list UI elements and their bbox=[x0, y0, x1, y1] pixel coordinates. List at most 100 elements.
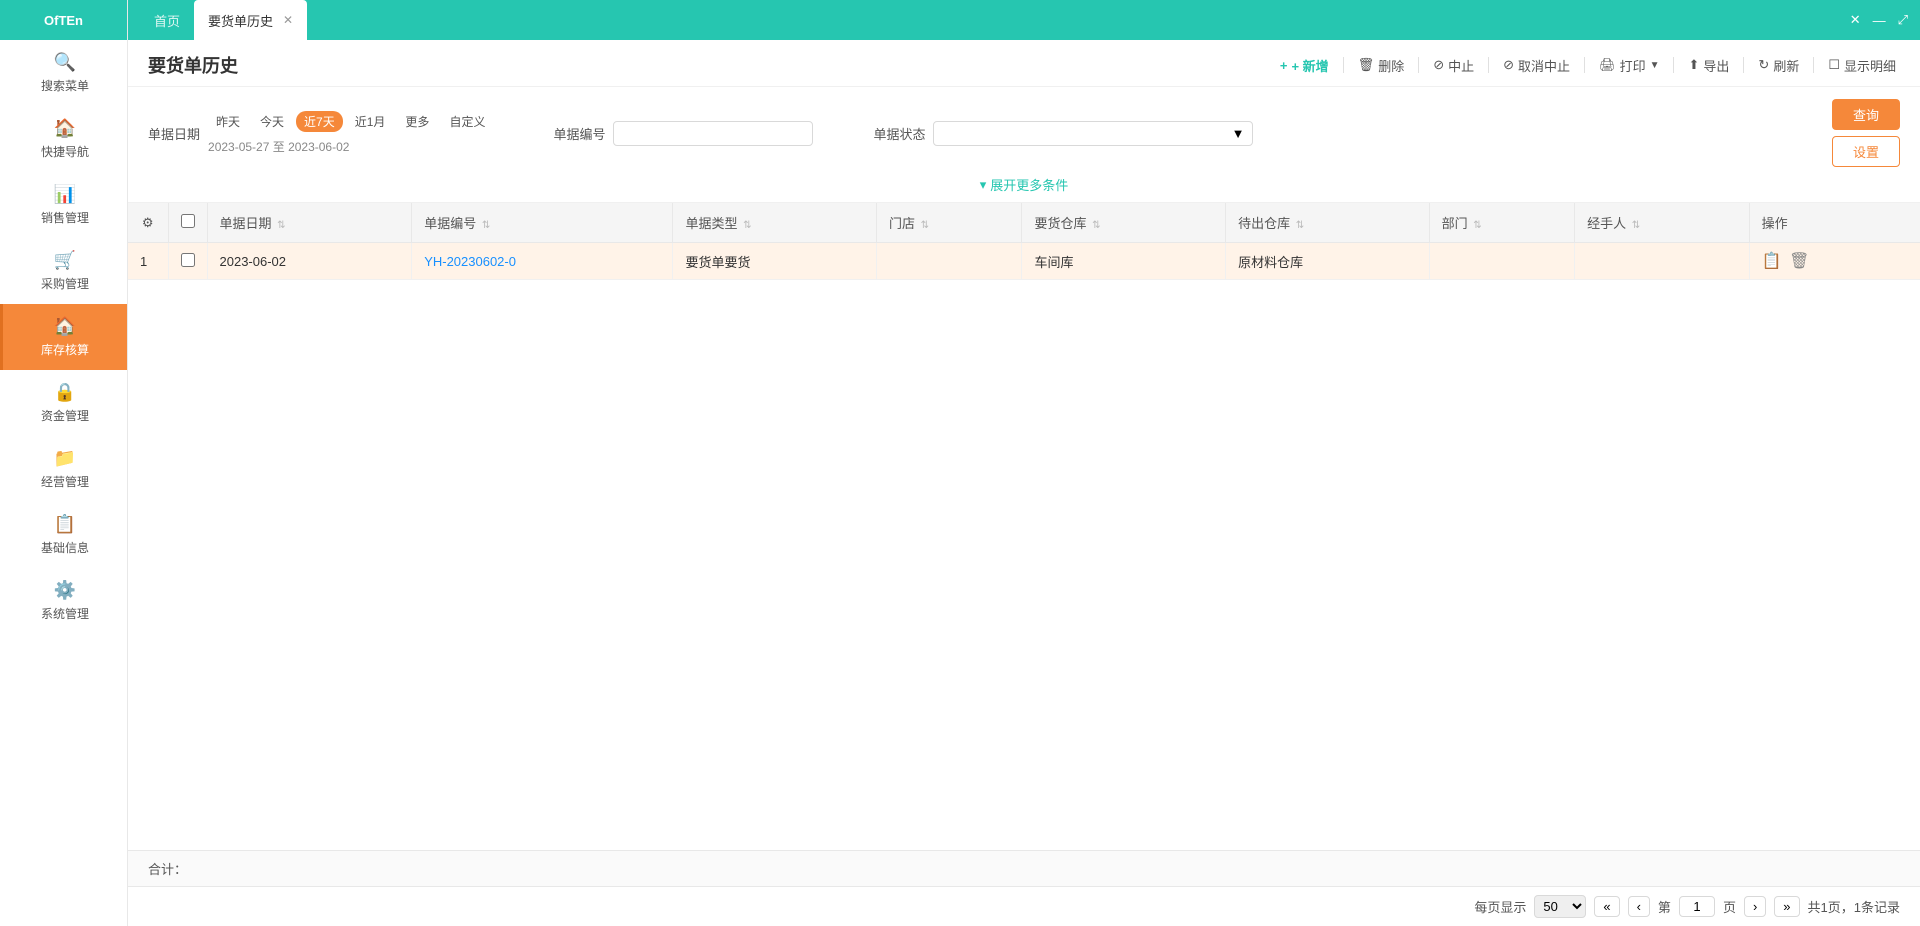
stop-label: 中止 bbox=[1448, 56, 1474, 75]
sidebar-item-operations[interactable]: 📁 经营管理 bbox=[0, 436, 127, 502]
table-header-row: ⚙ 单据日期 ⇅ 单据编号 ⇅ 单据类型 ⇅ 门店 ⇅ 要货仓库 ⇅ 待出仓库 … bbox=[128, 203, 1920, 243]
sidebar-item-finance[interactable]: 🔒 资金管理 bbox=[0, 370, 127, 436]
next-page-btn[interactable]: › bbox=[1744, 896, 1766, 917]
date-label: 单据日期 bbox=[148, 124, 200, 143]
stop-button[interactable]: ⊘ 中止 bbox=[1429, 56, 1478, 75]
divider6 bbox=[1743, 57, 1744, 73]
sidebar-item-quick-nav[interactable]: 🏠 快捷导航 bbox=[0, 106, 127, 172]
page-label-after: 页 bbox=[1723, 897, 1736, 916]
row-date: 2023-06-02 bbox=[207, 243, 412, 280]
last-page-btn[interactable]: » bbox=[1774, 896, 1799, 917]
show-detail-button[interactable]: ☐ 显示明细 bbox=[1824, 56, 1900, 75]
refresh-button[interactable]: ↻ 刷新 bbox=[1754, 56, 1803, 75]
sidebar-item-inventory[interactable]: 🏠 库存核算 bbox=[0, 304, 127, 370]
inventory-icon: 🏠 bbox=[54, 316, 76, 337]
prev-page-btn[interactable]: ‹ bbox=[1628, 896, 1650, 917]
divider2 bbox=[1418, 57, 1419, 73]
sidebar-item-system[interactable]: ⚙️ 系统管理 bbox=[0, 568, 127, 634]
cancel-stop-button[interactable]: ⊘ 取消中止 bbox=[1499, 56, 1574, 75]
delete-button[interactable]: 🗑 删除 bbox=[1354, 56, 1409, 75]
shortcut-month[interactable]: 近1月 bbox=[347, 111, 394, 132]
operations-icon: 📁 bbox=[54, 448, 76, 469]
show-detail-label: 显示明细 bbox=[1844, 56, 1896, 75]
window-minimize-btn[interactable]: — bbox=[1873, 13, 1886, 28]
tab-home[interactable]: 首页 bbox=[140, 0, 194, 40]
page-label-before: 第 bbox=[1658, 897, 1671, 916]
col-date[interactable]: 单据日期 ⇅ bbox=[207, 203, 412, 243]
select-all-checkbox[interactable] bbox=[181, 214, 195, 228]
first-page-btn[interactable]: « bbox=[1594, 896, 1619, 917]
page-title: 要货单历史 bbox=[148, 52, 238, 78]
window-maximize-btn[interactable]: ⤢ bbox=[1898, 12, 1908, 28]
divider1 bbox=[1343, 57, 1344, 73]
shortcut-yesterday[interactable]: 昨天 bbox=[208, 111, 248, 132]
divider4 bbox=[1584, 57, 1585, 73]
finance-icon: 🔒 bbox=[54, 382, 76, 403]
status-select-arrow: ▼ bbox=[1232, 126, 1245, 141]
sidebar-item-search-menu[interactable]: 🔍 搜索菜单 bbox=[0, 40, 127, 106]
col-handler[interactable]: 经手人 ⇅ bbox=[1575, 203, 1750, 243]
expand-more-label: 展开更多条件 bbox=[990, 175, 1068, 194]
header-buttons: + + 新增 🗑 删除 ⊘ 中止 ⊘ 取消中止 bbox=[1276, 56, 1900, 75]
table-header: ⚙ 单据日期 ⇅ 单据编号 ⇅ 单据类型 ⇅ 门店 ⇅ 要货仓库 ⇅ 待出仓库 … bbox=[128, 203, 1920, 243]
col-req-warehouse[interactable]: 要货仓库 ⇅ bbox=[1022, 203, 1226, 243]
col-no[interactable]: 单据编号 ⇅ bbox=[412, 203, 673, 243]
shortcut-more[interactable]: 更多 bbox=[397, 111, 437, 132]
query-button[interactable]: 查询 bbox=[1832, 99, 1900, 130]
table-footer: 合计： bbox=[128, 850, 1920, 886]
sidebar-item-basic-info[interactable]: 📋 基础信息 bbox=[0, 502, 127, 568]
refresh-icon: ↻ bbox=[1758, 57, 1769, 73]
row-no-link[interactable]: YH-20230602-0 bbox=[424, 254, 516, 269]
status-label: 单据状态 bbox=[873, 124, 925, 143]
system-icon: ⚙️ bbox=[54, 580, 76, 601]
shortcut-week[interactable]: 近7天 bbox=[296, 111, 343, 132]
status-select[interactable]: ▼ bbox=[933, 121, 1253, 146]
expand-more-icon: ▾ bbox=[980, 177, 987, 193]
shortcut-custom[interactable]: 自定义 bbox=[441, 111, 493, 132]
sidebar-item-label: 基础信息 bbox=[41, 539, 89, 556]
date-filter: 单据日期 昨天 今天 近7天 近1月 更多 自定义 2023-05-27 至 2… bbox=[148, 111, 493, 155]
page-size-select[interactable]: 50 10 20 100 bbox=[1534, 895, 1586, 918]
col-settings[interactable]: ⚙ bbox=[128, 203, 168, 243]
row-handler bbox=[1575, 243, 1750, 280]
tab-home-label: 首页 bbox=[154, 11, 180, 30]
status-filter: 单据状态 ▼ bbox=[873, 121, 1802, 146]
expand-more-btn[interactable]: ▾ 展开更多条件 bbox=[148, 175, 1900, 194]
row-checkbox[interactable] bbox=[181, 253, 195, 267]
sort-no-icon: ⇅ bbox=[482, 220, 490, 231]
cancel-stop-label: 取消中止 bbox=[1518, 56, 1570, 75]
row-pending-warehouse: 原材料仓库 bbox=[1226, 243, 1430, 280]
print-button[interactable]: 🖨 打印 ▼ bbox=[1595, 56, 1663, 75]
sidebar-item-label: 资金管理 bbox=[41, 407, 89, 424]
basic-info-icon: 📋 bbox=[54, 514, 76, 535]
add-button[interactable]: + + 新增 bbox=[1276, 56, 1333, 75]
page-number-input[interactable] bbox=[1679, 896, 1715, 917]
col-dept[interactable]: 部门 ⇅ bbox=[1429, 203, 1574, 243]
footer-total-label: 合计： bbox=[148, 862, 187, 877]
tab-yaohuodan[interactable]: 要货单历史 ✕ bbox=[194, 0, 307, 40]
delete-label: 删除 bbox=[1378, 56, 1404, 75]
divider5 bbox=[1673, 57, 1674, 73]
export-button[interactable]: ⬆ 导出 bbox=[1684, 56, 1733, 75]
sidebar-item-label: 采购管理 bbox=[41, 275, 89, 292]
col-store[interactable]: 门店 ⇅ bbox=[877, 203, 1022, 243]
tab-close-icon[interactable]: ✕ bbox=[283, 13, 293, 27]
sort-dept-icon: ⇅ bbox=[1473, 220, 1481, 231]
row-edit-btn[interactable]: 📋 bbox=[1762, 253, 1782, 270]
page-size-label: 每页显示 bbox=[1474, 897, 1526, 916]
col-type[interactable]: 单据类型 ⇅ bbox=[673, 203, 877, 243]
order-no-filter: 单据编号 bbox=[553, 121, 813, 146]
print-label: 打印 bbox=[1620, 56, 1646, 75]
row-dept bbox=[1429, 243, 1574, 280]
row-delete-btn[interactable]: 🗑 bbox=[1789, 253, 1809, 270]
sidebar-item-sales[interactable]: 📊 销售管理 bbox=[0, 172, 127, 238]
sidebar-item-label: 系统管理 bbox=[41, 605, 89, 622]
order-no-input[interactable] bbox=[613, 121, 813, 146]
sidebar-item-purchase[interactable]: 🛒 采购管理 bbox=[0, 238, 127, 304]
sort-store-icon: ⇅ bbox=[921, 220, 929, 231]
settings-button[interactable]: 设置 bbox=[1832, 136, 1900, 167]
shortcut-today[interactable]: 今天 bbox=[252, 111, 292, 132]
sort-pending-icon: ⇅ bbox=[1296, 220, 1304, 231]
window-close-btn[interactable]: ✕ bbox=[1850, 12, 1861, 28]
col-pending-warehouse[interactable]: 待出仓库 ⇅ bbox=[1226, 203, 1430, 243]
